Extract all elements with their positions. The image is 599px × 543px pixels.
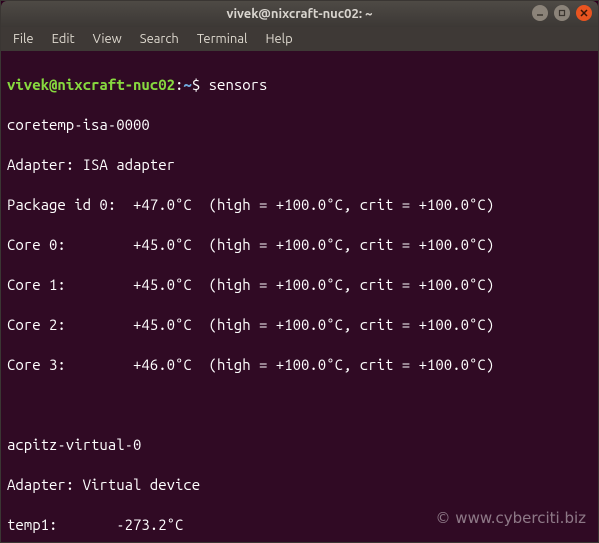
sensor-reading: Core 2: +45.0°C (high = +100.0°C, crit =… — [7, 315, 592, 335]
sensor-reading: Core 0: +45.0°C (high = +100.0°C, crit =… — [7, 235, 592, 255]
command-text: sensors — [209, 76, 268, 93]
prompt-line: vivek@nixcraft-nuc02:~$ sensors — [7, 75, 592, 95]
menu-file[interactable]: File — [5, 30, 42, 48]
menu-search[interactable]: Search — [132, 30, 187, 48]
sensor-adapter: Adapter: Virtual device — [7, 475, 592, 495]
sensor-reading: Package id 0: +47.0°C (high = +100.0°C, … — [7, 195, 592, 215]
menu-edit[interactable]: Edit — [44, 30, 83, 48]
minimize-button[interactable] — [532, 5, 548, 21]
sensor-reading: Core 3: +46.0°C (high = +100.0°C, crit =… — [7, 355, 592, 375]
maximize-button[interactable] — [554, 5, 570, 21]
terminal-window: vivek@nixcraft-nuc02: ~ File Edit View S… — [0, 0, 599, 543]
menu-help[interactable]: Help — [257, 30, 300, 48]
prompt-dollar: $ — [192, 76, 209, 93]
sensor-reading: Core 1: +45.0°C (high = +100.0°C, crit =… — [7, 275, 592, 295]
menu-terminal[interactable]: Terminal — [189, 30, 256, 48]
maximize-icon — [558, 9, 566, 17]
sensor-reading: temp1: -273.2°C — [7, 515, 592, 535]
sensor-chip-name: acpitz-virtual-0 — [7, 435, 592, 455]
window-controls — [532, 5, 592, 21]
menubar: File Edit View Search Terminal Help — [1, 27, 598, 51]
close-button[interactable] — [576, 5, 592, 21]
titlebar: vivek@nixcraft-nuc02: ~ — [1, 1, 598, 27]
blank-line — [7, 395, 592, 415]
sensor-chip-name: coretemp-isa-0000 — [7, 115, 592, 135]
prompt-path: ~ — [183, 76, 191, 93]
prompt-userhost: vivek@nixcraft-nuc02 — [7, 76, 175, 93]
menu-view[interactable]: View — [85, 30, 130, 48]
minimize-icon — [536, 9, 544, 17]
terminal-area[interactable]: vivek@nixcraft-nuc02:~$ sensors coretemp… — [1, 51, 598, 542]
window-title: vivek@nixcraft-nuc02: ~ — [1, 7, 598, 21]
close-icon — [580, 9, 588, 17]
sensor-adapter: Adapter: ISA adapter — [7, 155, 592, 175]
